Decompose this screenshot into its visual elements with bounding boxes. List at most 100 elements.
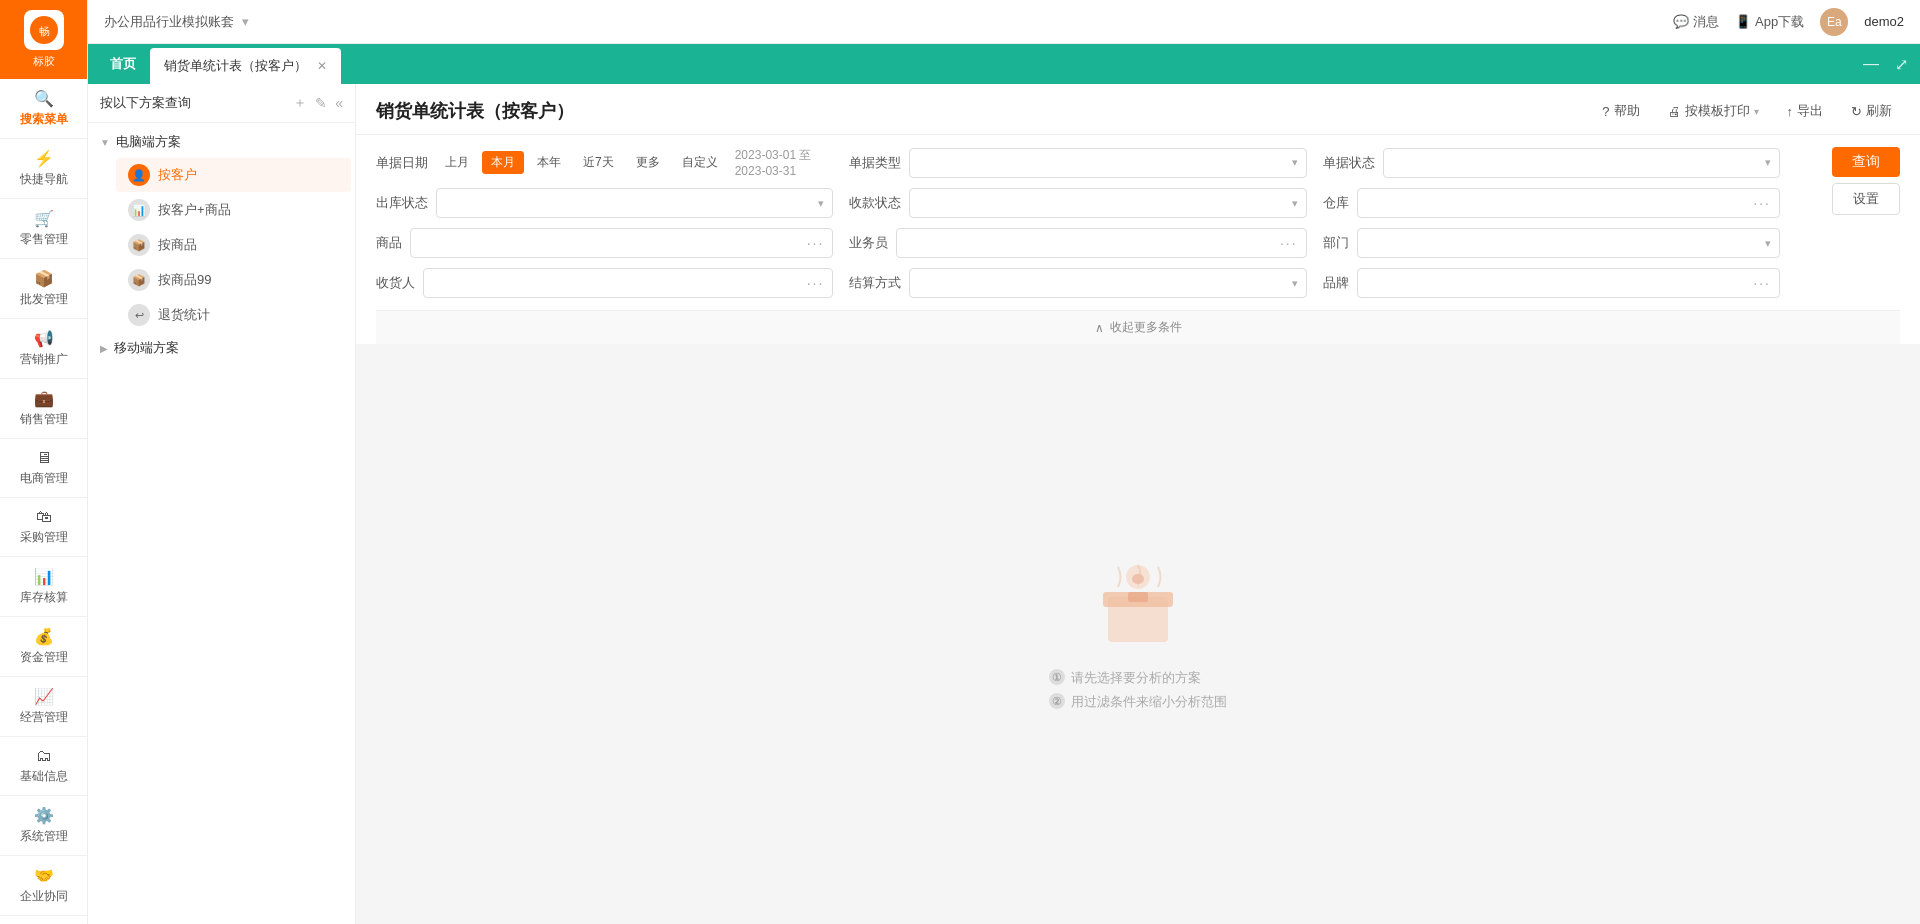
scheme-add-btn[interactable]: ＋ — [293, 94, 307, 112]
out-status-arrow-icon: ▾ — [818, 197, 824, 210]
query-btn[interactable]: 查询 — [1832, 147, 1900, 177]
industry-arrow[interactable]: ▾ — [242, 14, 249, 29]
sidebar-item-ecommerce[interactable]: 🖥 电商管理 — [0, 439, 87, 498]
help-label: 帮助 — [1614, 102, 1640, 120]
date-tab-last-month[interactable]: 上月 — [436, 151, 478, 174]
message-icon: 💬 — [1673, 14, 1689, 29]
brand-select[interactable]: ··· — [1357, 268, 1780, 298]
sidebar-item-sales[interactable]: 💼 销售管理 — [0, 379, 87, 439]
sidebar-item-basics[interactable]: 🗂 基础信息 — [0, 737, 87, 796]
scheme-edit-btn[interactable]: ✎ — [315, 95, 327, 111]
settlement-control[interactable]: ▾ — [909, 268, 1306, 298]
doc-type-select[interactable]: ▾ — [909, 148, 1306, 178]
topbar-left: 办公用品行业模拟账套 ▾ — [104, 13, 249, 31]
scheme-item-by-product[interactable]: 📦 按商品 — [116, 228, 351, 262]
message-btn[interactable]: 💬 消息 — [1673, 13, 1719, 31]
sidebar-item-shortcut[interactable]: ⚡ 快捷导航 — [0, 139, 87, 199]
dept-select[interactable]: ▾ — [1357, 228, 1780, 258]
sidebar-item-purchase[interactable]: 🛍 采购管理 — [0, 498, 87, 557]
settlement-arrow-icon: ▾ — [1292, 277, 1298, 290]
window-maximize-btn[interactable]: ⤢ — [1891, 51, 1912, 78]
sidebar-item-marketing[interactable]: 📢 营销推广 — [0, 319, 87, 379]
scheme-item-by-customer-icon: 👤 — [128, 164, 150, 186]
settlement-select[interactable]: ▾ — [909, 268, 1306, 298]
date-tab-this-year[interactable]: 本年 — [528, 151, 570, 174]
page-actions: ? 帮助 🖨 按模板打印 ▾ ↑ 导出 ↻ — [1594, 98, 1900, 124]
tab-sales-stats[interactable]: 销货单统计表（按客户） ✕ — [150, 48, 341, 84]
collapse-filters-btn[interactable]: ∧ 收起更多条件 — [376, 310, 1900, 344]
doc-type-label: 单据类型 — [849, 154, 901, 172]
settings-btn[interactable]: 设置 — [1832, 183, 1900, 215]
warehouse-select[interactable]: ··· — [1357, 188, 1780, 218]
sidebar-item-enterprise[interactable]: 🤝 企业协同 — [0, 856, 87, 916]
scheme-title: 按以下方案查询 — [100, 94, 191, 112]
export-btn[interactable]: ↑ 导出 — [1779, 98, 1832, 124]
empty-state: ① 请先选择要分析的方案 ② 用过滤条件来缩小分析范围 — [356, 344, 1920, 924]
date-range-text: 2023-03-01 至 2023-03-31 — [735, 147, 834, 178]
sidebar-item-system[interactable]: ⚙️ 系统管理 — [0, 796, 87, 856]
scheme-item-returns-label: 退货统计 — [158, 306, 210, 324]
refresh-icon: ↻ — [1851, 104, 1862, 119]
sidebar-item-inventory[interactable]: 📊 库存核算 — [0, 557, 87, 617]
scheme-group-mobile-header[interactable]: ▶ 移动端方案 — [88, 333, 355, 363]
scheme-group-desktop-header[interactable]: ▼ 电脑端方案 — [88, 127, 355, 157]
product-select[interactable]: ··· — [410, 228, 833, 258]
salesperson-select[interactable]: ··· — [896, 228, 1306, 258]
sidebar-item-wholesale[interactable]: 📦 批发管理 — [0, 259, 87, 319]
svg-rect-4 — [1128, 592, 1148, 602]
salesperson-dots-icon: ··· — [1280, 235, 1298, 251]
date-tab-more[interactable]: 更多 — [627, 151, 669, 174]
salesperson-control[interactable]: ··· — [896, 228, 1306, 258]
consignee-label: 收货人 — [376, 274, 415, 292]
out-status-select[interactable]: ▾ — [436, 188, 833, 218]
help-btn[interactable]: ? 帮助 — [1594, 98, 1647, 124]
warehouse-control[interactable]: ··· — [1357, 188, 1780, 218]
doc-type-control[interactable]: ▾ — [909, 148, 1306, 178]
page-title: 销货单统计表（按客户） — [376, 99, 574, 123]
window-minimize-btn[interactable]: — — [1859, 51, 1883, 78]
content-area: 按以下方案查询 ＋ ✎ « ▼ 电脑端方案 👤 按客户 — [88, 84, 1920, 924]
filter-date: 单据日期 上月 本月 本年 近7天 更多 自定义 20 — [376, 147, 833, 178]
scheme-sub-items-desktop: 👤 按客户 📊 按客户+商品 📦 按商品 📦 — [88, 158, 355, 332]
sidebar-sales-label: 销售管理 — [20, 411, 68, 428]
template-print-btn[interactable]: 🖨 按模板打印 ▾ — [1660, 98, 1767, 124]
print-arrow-icon: ▾ — [1754, 106, 1759, 117]
doc-status-control[interactable]: ▾ — [1383, 148, 1780, 178]
consignee-control[interactable]: ··· — [423, 268, 833, 298]
product-control[interactable]: ··· — [410, 228, 833, 258]
scheme-panel: 按以下方案查询 ＋ ✎ « ▼ 电脑端方案 👤 按客户 — [88, 84, 356, 924]
scheme-item-by-customer-label: 按客户 — [158, 166, 197, 184]
user-avatar[interactable]: Ea — [1820, 8, 1848, 36]
sidebar-item-business[interactable]: 📈 经营管理 — [0, 677, 87, 737]
sidebar-item-retail[interactable]: 🛒 零售管理 — [0, 199, 87, 259]
refresh-btn[interactable]: ↻ 刷新 — [1843, 98, 1900, 124]
consignee-select[interactable]: ··· — [423, 268, 833, 298]
tab-close-icon[interactable]: ✕ — [317, 59, 327, 73]
doc-status-select[interactable]: ▾ — [1383, 148, 1780, 178]
receipt-status-control[interactable]: ▾ — [909, 188, 1306, 218]
date-tab-last7[interactable]: 近7天 — [574, 151, 623, 174]
tab-home[interactable]: 首页 — [96, 44, 150, 84]
sidebar-enterprise-label: 企业协同 — [20, 888, 68, 905]
scheme-item-by-customer-product[interactable]: 📊 按客户+商品 — [116, 193, 351, 227]
collapse-icon: ∧ — [1095, 321, 1104, 335]
dept-control[interactable]: ▾ — [1357, 228, 1780, 258]
date-tab-custom[interactable]: 自定义 — [673, 151, 727, 174]
date-control: 上月 本月 本年 近7天 更多 自定义 2023-03-01 至 2023-03… — [436, 147, 833, 178]
brand-control[interactable]: ··· — [1357, 268, 1780, 298]
date-tab-this-month[interactable]: 本月 — [482, 151, 524, 174]
sidebar-item-finance[interactable]: 💰 资金管理 — [0, 617, 87, 677]
scheme-header: 按以下方案查询 ＋ ✎ « — [88, 84, 355, 123]
product-dots-icon: ··· — [807, 235, 825, 251]
scheme-collapse-btn[interactable]: « — [335, 95, 343, 111]
out-status-control[interactable]: ▾ — [436, 188, 833, 218]
scheme-item-returns[interactable]: ↩ 退货统计 — [116, 298, 351, 332]
scheme-item-by-customer[interactable]: 👤 按客户 — [116, 158, 351, 192]
sidebar-item-search[interactable]: 🔍 搜索菜单 — [0, 79, 87, 139]
sidebar-item-newbie[interactable]: 🎯 新手引导 — [0, 916, 87, 924]
receipt-status-select[interactable]: ▾ — [909, 188, 1306, 218]
scheme-item-by-product-99[interactable]: 📦 按商品99 — [116, 263, 351, 297]
business-icon: 📈 — [34, 687, 54, 706]
scheme-group-desktop: ▼ 电脑端方案 👤 按客户 📊 按客户+商品 📦 — [88, 127, 355, 332]
app-download-btn[interactable]: 📱 App下载 — [1735, 13, 1804, 31]
